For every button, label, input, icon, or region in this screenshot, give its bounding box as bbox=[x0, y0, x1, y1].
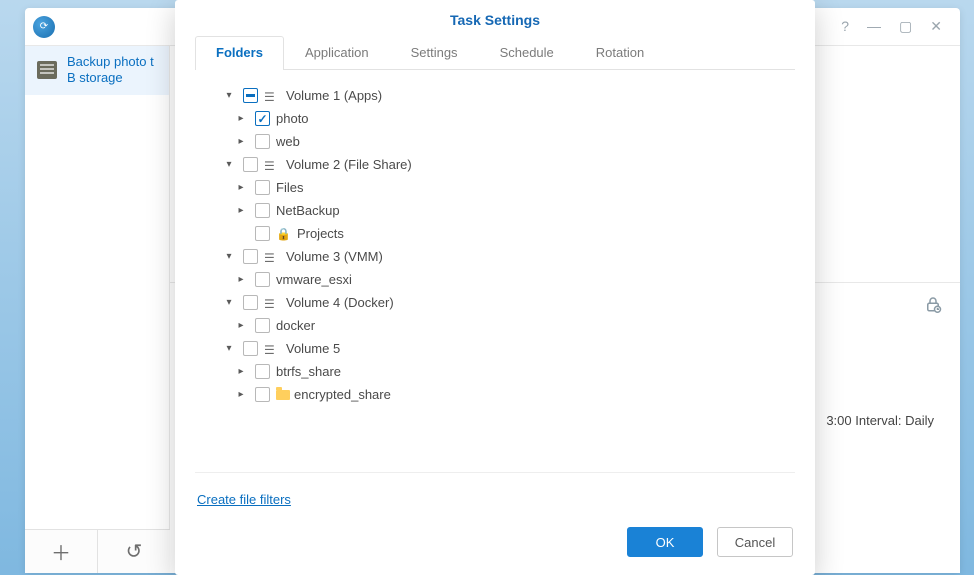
checkbox[interactable] bbox=[255, 387, 270, 402]
checkbox[interactable] bbox=[255, 203, 270, 218]
expand-toggle-icon[interactable]: ▸ bbox=[233, 320, 249, 331]
tree-label: Files bbox=[276, 180, 303, 195]
task-label: Backup photo t B storage bbox=[67, 54, 159, 87]
expand-toggle-icon[interactable]: ▾ bbox=[221, 251, 237, 262]
folder-icon bbox=[276, 390, 290, 400]
tree-label: Volume 2 (File Share) bbox=[286, 157, 412, 172]
checkbox[interactable] bbox=[255, 180, 270, 195]
create-file-filters-link[interactable]: Create file filters bbox=[197, 492, 291, 507]
checkbox[interactable] bbox=[255, 272, 270, 287]
expand-toggle-icon[interactable]: ▾ bbox=[221, 297, 237, 308]
tree-label: docker bbox=[276, 318, 315, 333]
tree-volume[interactable]: ▾ Volume 3 (VMM) bbox=[203, 245, 787, 268]
window-minimize-icon[interactable]: — bbox=[867, 18, 881, 35]
app-icon: ⟳ bbox=[33, 16, 55, 38]
tree-label: NetBackup bbox=[276, 203, 340, 218]
tab-application[interactable]: Application bbox=[284, 36, 390, 70]
expand-toggle-icon[interactable]: ▸ bbox=[233, 182, 249, 193]
tree-item[interactable]: ▸ encrypted_share bbox=[203, 383, 787, 406]
ok-button[interactable]: OK bbox=[627, 527, 703, 557]
checkbox[interactable] bbox=[255, 134, 270, 149]
tree-label: Volume 1 (Apps) bbox=[286, 88, 382, 103]
checkbox[interactable] bbox=[255, 226, 270, 241]
tree-item[interactable]: ▸ NetBackup bbox=[203, 199, 787, 222]
tab-bar: FoldersApplicationSettingsScheduleRotati… bbox=[195, 36, 795, 70]
tree-volume[interactable]: ▾ Volume 1 (Apps) bbox=[203, 84, 787, 107]
checkbox[interactable] bbox=[255, 318, 270, 333]
expand-toggle-icon[interactable]: ▾ bbox=[221, 90, 237, 101]
volume-icon bbox=[264, 250, 280, 264]
tree-label: btrfs_share bbox=[276, 364, 341, 379]
history-button[interactable]: ↺ bbox=[98, 530, 170, 573]
tree-volume[interactable]: ▾ Volume 4 (Docker) bbox=[203, 291, 787, 314]
tree-label: Projects bbox=[297, 226, 344, 241]
checkbox[interactable] bbox=[255, 111, 270, 126]
tab-settings[interactable]: Settings bbox=[390, 36, 479, 70]
tree-label: vmware_esxi bbox=[276, 272, 352, 287]
checkbox[interactable] bbox=[255, 364, 270, 379]
filter-link-row: Create file filters bbox=[195, 472, 795, 515]
tree-item[interactable]: ▸ btrfs_share bbox=[203, 360, 787, 383]
tree-label: web bbox=[276, 134, 300, 149]
tree-label: Volume 4 (Docker) bbox=[286, 295, 394, 310]
checkbox[interactable] bbox=[243, 157, 258, 172]
folder-tree: ▾ Volume 1 (Apps) ▸ photo ▸ web ▾ Volume 2 (Fil… bbox=[193, 70, 797, 472]
task-list-item[interactable]: Backup photo t B storage bbox=[25, 46, 169, 95]
tree-item[interactable]: ▸ web bbox=[203, 130, 787, 153]
sidebar-toolbar: ＋ ↺ bbox=[25, 529, 170, 573]
expand-toggle-icon[interactable]: ▸ bbox=[233, 389, 249, 400]
window-help-icon[interactable]: ? bbox=[841, 18, 849, 35]
tree-item[interactable]: ▸ vmware_esxi bbox=[203, 268, 787, 291]
tree-item[interactable]: ▸ docker bbox=[203, 314, 787, 337]
window-controls: ? — ▢ ✕ bbox=[841, 18, 952, 35]
schedule-summary: 3:00 Interval: Daily bbox=[826, 413, 934, 428]
expand-toggle-icon[interactable]: ▾ bbox=[221, 343, 237, 354]
checkbox[interactable] bbox=[243, 88, 258, 103]
expand-toggle-icon[interactable]: ▸ bbox=[233, 205, 249, 216]
checkbox[interactable] bbox=[243, 249, 258, 264]
expand-toggle-icon[interactable]: ▸ bbox=[233, 113, 249, 124]
tree-label: Volume 5 bbox=[286, 341, 340, 356]
lock-icon: 🔒 bbox=[276, 227, 291, 241]
cancel-button[interactable]: Cancel bbox=[717, 527, 793, 557]
tree-item[interactable]: ▸ Files bbox=[203, 176, 787, 199]
calendar-icon bbox=[37, 61, 57, 79]
tab-schedule[interactable]: Schedule bbox=[479, 36, 575, 70]
volume-icon bbox=[264, 158, 280, 172]
task-sidebar: Backup photo t B storage ＋ ↺ bbox=[25, 46, 170, 573]
tree-volume[interactable]: ▾ Volume 2 (File Share) bbox=[203, 153, 787, 176]
expand-toggle-icon[interactable]: ▸ bbox=[233, 136, 249, 147]
tree-label: encrypted_share bbox=[294, 387, 391, 402]
window-close-icon[interactable]: ✕ bbox=[930, 18, 942, 35]
tab-folders[interactable]: Folders bbox=[195, 36, 284, 70]
checkbox[interactable] bbox=[243, 295, 258, 310]
window-maximize-icon[interactable]: ▢ bbox=[899, 18, 912, 35]
tree-label: Volume 3 (VMM) bbox=[286, 249, 383, 264]
dialog-title: Task Settings bbox=[175, 0, 815, 36]
checkbox[interactable] bbox=[243, 341, 258, 356]
volume-icon bbox=[264, 89, 280, 103]
tree-item[interactable]: ▸🔒Projects bbox=[203, 222, 787, 245]
task-settings-dialog: Task Settings FoldersApplicationSettings… bbox=[175, 0, 815, 575]
expand-toggle-icon[interactable]: ▾ bbox=[221, 159, 237, 170]
expand-toggle-icon[interactable]: ▸ bbox=[233, 366, 249, 377]
dialog-footer: OK Cancel bbox=[175, 515, 815, 575]
tree-volume[interactable]: ▾ Volume 5 bbox=[203, 337, 787, 360]
volume-icon bbox=[264, 342, 280, 356]
expand-toggle-icon[interactable]: ▸ bbox=[233, 274, 249, 285]
volume-icon bbox=[264, 296, 280, 310]
tree-label: photo bbox=[276, 111, 309, 126]
tab-rotation[interactable]: Rotation bbox=[575, 36, 665, 70]
add-task-button[interactable]: ＋ bbox=[25, 530, 98, 573]
lock-icon bbox=[924, 294, 944, 314]
tree-item[interactable]: ▸ photo bbox=[203, 107, 787, 130]
